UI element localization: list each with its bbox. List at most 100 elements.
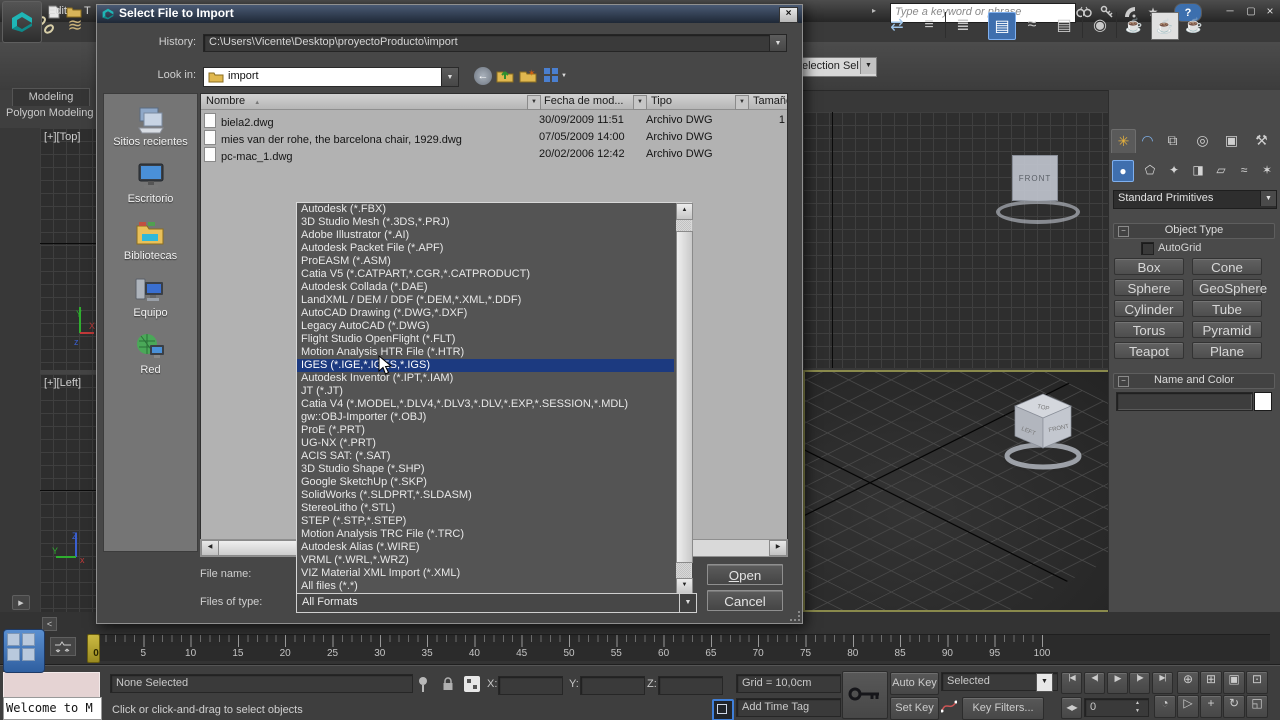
autogrid-checkbox[interactable] <box>1141 242 1154 255</box>
infocenter-expand-icon[interactable]: ▸ <box>872 6 876 15</box>
resize-grip[interactable] <box>790 611 800 621</box>
open-button[interactable]: Open <box>707 564 783 585</box>
dialog-close-button[interactable]: × <box>779 7 798 23</box>
format-option[interactable]: ProEASM (*.ASM) <box>297 255 674 268</box>
file-row[interactable]: biela2.dwg 30/09/2009 11:51 Archivo DWG … <box>201 113 787 129</box>
collapse-icon[interactable]: − <box>1118 376 1129 387</box>
zoom-icon[interactable]: ⊕ <box>1177 671 1199 694</box>
viewcube-3d[interactable]: TOP LEFT FRONT <box>1001 382 1085 482</box>
orbit-icon[interactable]: ↻ <box>1223 695 1245 718</box>
category-spacewarps-icon[interactable]: ≈ <box>1234 160 1254 180</box>
frame-spinner[interactable]: ▲ ▼ <box>1133 699 1142 715</box>
curve-editor-icon[interactable]: ≈ <box>1019 12 1045 38</box>
chevron-down-icon[interactable]: ▼ <box>860 58 876 74</box>
object-color-swatch[interactable] <box>1254 392 1272 411</box>
place-network[interactable]: Red <box>135 332 167 376</box>
chevron-down-icon[interactable]: ▼ <box>769 35 786 51</box>
rollout-object-type[interactable]: − Object Type <box>1113 223 1275 239</box>
go-to-end-button[interactable]: ▶| <box>1152 672 1173 694</box>
chevron-down-icon[interactable]: ▼ <box>1260 191 1276 206</box>
app-menu-logo-button[interactable] <box>2 1 42 43</box>
column-header-date[interactable]: Fecha de mod... <box>539 95 635 108</box>
zoom-extents-icon[interactable]: ▣ <box>1223 671 1245 694</box>
format-option[interactable]: Autodesk Alias (*.WIRE) <box>297 541 674 554</box>
primitive-button[interactable]: Cylinder <box>1114 300 1184 317</box>
tab-utilities[interactable]: ⚒ <box>1250 129 1273 152</box>
bind-to-space-warp-icon[interactable]: ≋ <box>62 12 88 38</box>
category-lights-icon[interactable]: ✦ <box>1164 160 1184 180</box>
format-option[interactable]: gw::OBJ-Importer (*.OBJ) <box>297 411 674 424</box>
scroll-left-button[interactable]: < <box>42 617 57 631</box>
selection-lock-toggle-icon[interactable] <box>441 676 455 695</box>
z-coord-field[interactable] <box>658 676 723 695</box>
tab-create[interactable]: ✳ <box>1111 129 1136 153</box>
maximize-viewport-icon[interactable]: ◱ <box>1246 695 1268 718</box>
column-header-type[interactable]: Tipo <box>646 95 737 108</box>
tab-modify[interactable]: ◠ <box>1136 129 1159 152</box>
rollout-name-and-color[interactable]: − Name and Color <box>1113 373 1275 389</box>
new-folder-icon[interactable]: ✶ <box>519 67 537 85</box>
render-iterative-icon[interactable]: ☕ <box>1181 12 1207 38</box>
scroll-left-icon[interactable]: ◀ <box>201 540 219 556</box>
play-button[interactable]: ▶ <box>1107 672 1128 694</box>
chevron-down-icon[interactable]: ▼ <box>441 68 458 86</box>
format-option[interactable]: 3D Studio Shape (*.SHP) <box>297 463 674 476</box>
category-systems-icon[interactable]: ✶ <box>1257 160 1277 180</box>
look-in-dropdown[interactable]: import ▼ <box>203 67 459 87</box>
collapse-icon[interactable]: − <box>1118 226 1129 237</box>
scroll-up-icon[interactable]: ▲ <box>676 203 693 220</box>
align-icon[interactable]: ≡ <box>916 12 942 38</box>
format-option[interactable]: Autodesk Collada (*.DAE) <box>297 281 674 294</box>
primitive-category-dropdown[interactable]: Standard Primitives ▼ <box>1113 190 1277 209</box>
column-header-size[interactable]: Tamaño <box>748 95 787 108</box>
dialog-titlebar[interactable]: Select File to Import × <box>97 5 802 23</box>
go-to-start-button[interactable]: |◀ <box>1061 672 1082 694</box>
category-cameras-icon[interactable]: ◨ <box>1188 160 1208 180</box>
format-option[interactable]: SolidWorks (*.SLDPRT,*.SLDASM) <box>297 489 674 502</box>
viewcube-front-face[interactable]: FRONT <box>1012 155 1058 201</box>
column-filter-icon[interactable]: ▼ <box>735 95 749 110</box>
format-option[interactable]: IGES (*.IGE,*.IGES,*.IGS) <box>297 359 674 372</box>
viewport-layout-tabs-button[interactable] <box>3 629 45 673</box>
open-mini-curve-editor-icon[interactable] <box>50 637 76 656</box>
format-option[interactable]: Catia V4 (*.MODEL,*.DLV4,*.DLV3,*.DLV,*.… <box>297 398 674 411</box>
set-key-button[interactable]: Set Key <box>890 697 939 720</box>
key-filters-button[interactable]: Key Filters... <box>962 697 1044 720</box>
format-option[interactable]: AutoCAD Drawing (*.DWG,*.DXF) <box>297 307 674 320</box>
format-option[interactable]: All files (*.*) <box>297 580 674 593</box>
view-menu-icon[interactable]: ▼ <box>543 67 567 85</box>
place-computer[interactable]: Equipo <box>133 275 168 319</box>
vertical-scrollbar[interactable]: ▲ ▼ <box>676 203 693 595</box>
format-option[interactable]: UG-NX (*.PRT) <box>297 437 674 450</box>
primitive-button[interactable]: Pyramid <box>1192 321 1262 338</box>
key-mode-toggle-button[interactable]: ◀▶ <box>1061 697 1082 719</box>
selection-lock-pin-icon[interactable] <box>417 676 429 696</box>
y-coord-field[interactable] <box>580 676 645 695</box>
files-of-type-dropdown[interactable]: All Formats ▼ <box>296 593 697 613</box>
format-option[interactable]: JT (*.JT) <box>297 385 674 398</box>
format-option[interactable]: ACIS SAT: (*.SAT) <box>297 450 674 463</box>
render-production-icon[interactable]: ☕ <box>1151 12 1179 40</box>
primitive-button[interactable]: GeoSphere <box>1192 279 1267 296</box>
format-option[interactable]: Autodesk Packet File (*.APF) <box>297 242 674 255</box>
schematic-view-icon[interactable]: ▤ <box>1051 12 1077 38</box>
format-option[interactable]: 3D Studio Mesh (*.3DS,*.PRJ) <box>297 216 674 229</box>
rendered-frame-window-icon[interactable]: ☕ <box>1121 12 1147 38</box>
chevron-down-icon[interactable]: ▼ <box>1036 673 1053 692</box>
format-option[interactable]: LandXML / DEM / DDF (*.DEM,*.XML,*.DDF) <box>297 294 674 307</box>
next-frame-button[interactable]: |▶ <box>1129 672 1150 694</box>
viewport-left[interactable]: [+][Left] Z Y x <box>40 374 98 612</box>
named-selection-sets-dropdown[interactable]: election Sel ▼ <box>798 57 877 77</box>
tab-motion[interactable]: ◎ <box>1191 129 1214 152</box>
tab-display[interactable]: ▣ <box>1220 129 1243 152</box>
format-option[interactable]: Autodesk Inventor (*.IPT,*.IAM) <box>297 372 674 385</box>
category-helpers-icon[interactable]: ▱ <box>1211 160 1231 180</box>
add-time-tag[interactable]: Add Time Tag <box>736 698 841 717</box>
viewport-perspective[interactable]: TOP LEFT FRONT <box>803 370 1110 612</box>
ribbon-tab-modeling[interactable]: Modeling <box>12 88 90 106</box>
ribbon-expand-button[interactable]: ▶ <box>12 595 30 610</box>
place-libraries[interactable]: Bibliotecas <box>124 218 177 262</box>
mirror-icon[interactable]: ⇄ <box>884 12 910 38</box>
format-option[interactable]: Google SketchUp (*.SKP) <box>297 476 674 489</box>
viewport-left-label[interactable]: [+][Left] <box>44 377 81 389</box>
